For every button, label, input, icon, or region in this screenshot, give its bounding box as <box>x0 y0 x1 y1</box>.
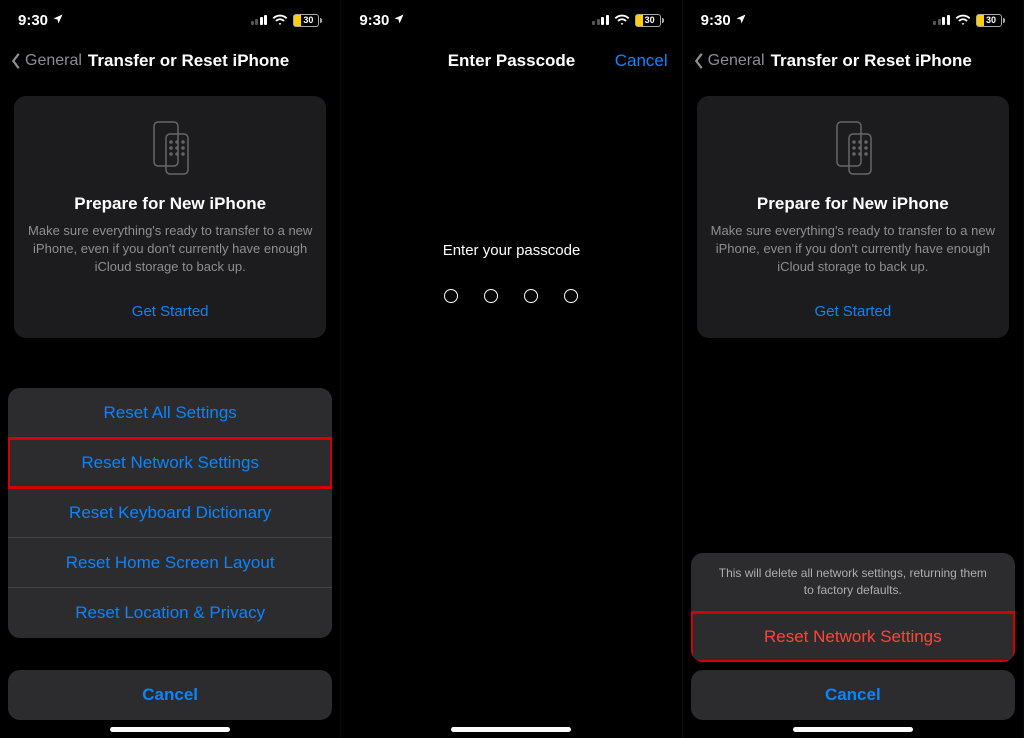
status-time: 9:30 <box>359 12 389 29</box>
home-indicator[interactable] <box>451 727 571 732</box>
prepare-card: Prepare for New iPhone Make sure everyth… <box>697 96 1009 338</box>
get-started-link[interactable]: Get Started <box>711 303 995 320</box>
wifi-icon <box>272 12 288 29</box>
transfer-icon <box>28 116 312 180</box>
wifi-icon <box>955 12 971 29</box>
screen-enter-passcode: 9:30 30 Enter Passcode Cancel Enter your… <box>341 0 682 738</box>
back-label: General <box>708 52 765 70</box>
cancel-button[interactable]: Cancel <box>8 670 332 720</box>
back-button[interactable]: General <box>10 52 82 70</box>
reset-network-settings-confirm-button[interactable]: Reset Network Settings <box>691 612 1015 662</box>
location-icon <box>52 12 64 29</box>
status-bar: 9:30 30 <box>341 0 681 40</box>
passcode-dot <box>444 289 458 303</box>
card-title: Prepare for New iPhone <box>28 194 312 214</box>
action-sheet: This will delete all network settings, r… <box>683 553 1023 738</box>
passcode-dots <box>444 289 578 303</box>
action-sheet: Reset All Settings Reset Network Setting… <box>0 388 340 738</box>
back-label: General <box>25 52 82 70</box>
reset-network-settings-button[interactable]: Reset Network Settings <box>8 438 332 488</box>
battery-icon: 30 <box>635 14 664 27</box>
reset-location-privacy-button[interactable]: Reset Location & Privacy <box>8 588 332 638</box>
card-title: Prepare for New iPhone <box>711 194 995 214</box>
location-icon <box>393 12 405 29</box>
status-bar: 9:30 30 <box>0 0 340 40</box>
reset-keyboard-dictionary-button[interactable]: Reset Keyboard Dictionary <box>8 488 332 538</box>
reset-all-settings-button[interactable]: Reset All Settings <box>8 388 332 438</box>
passcode-dot <box>484 289 498 303</box>
cellular-icon <box>933 15 950 25</box>
screen-confirm-reset: 9:30 30 General Transfer or Reset iPhone <box>683 0 1024 738</box>
screen-reset-options: 9:30 30 General Transfer or Reset iPhone <box>0 0 341 738</box>
nav-bar: General Transfer or Reset iPhone <box>683 40 1023 82</box>
wifi-icon <box>614 12 630 29</box>
card-subtitle: Make sure everything's ready to transfer… <box>711 222 995 277</box>
status-time: 9:30 <box>18 12 48 29</box>
chevron-left-icon <box>10 52 22 70</box>
page-title: Transfer or Reset iPhone <box>771 51 972 71</box>
home-indicator[interactable] <box>110 727 230 732</box>
passcode-dot <box>564 289 578 303</box>
home-indicator[interactable] <box>793 727 913 732</box>
battery-icon: 30 <box>293 14 322 27</box>
passcode-prompt: Enter your passcode <box>443 242 581 259</box>
battery-icon: 30 <box>976 14 1005 27</box>
status-time: 9:30 <box>701 12 731 29</box>
cancel-button[interactable]: Cancel <box>691 670 1015 720</box>
transfer-icon <box>711 116 995 180</box>
cancel-button[interactable]: Cancel <box>615 51 668 71</box>
get-started-link[interactable]: Get Started <box>28 303 312 320</box>
reset-home-screen-layout-button[interactable]: Reset Home Screen Layout <box>8 538 332 588</box>
passcode-dot <box>524 289 538 303</box>
card-subtitle: Make sure everything's ready to transfer… <box>28 222 312 277</box>
status-bar: 9:30 30 <box>683 0 1023 40</box>
location-icon <box>735 12 747 29</box>
sheet-message: This will delete all network settings, r… <box>691 553 1015 612</box>
cellular-icon <box>592 15 609 25</box>
cutoff-row: Reset <box>8 646 332 670</box>
prepare-card: Prepare for New iPhone Make sure everyth… <box>14 96 326 338</box>
cellular-icon <box>251 15 268 25</box>
nav-bar: General Transfer or Reset iPhone <box>0 40 340 82</box>
chevron-left-icon <box>693 52 705 70</box>
nav-bar: Enter Passcode Cancel <box>341 40 681 82</box>
page-title: Transfer or Reset iPhone <box>88 51 289 71</box>
back-button[interactable]: General <box>693 52 765 70</box>
